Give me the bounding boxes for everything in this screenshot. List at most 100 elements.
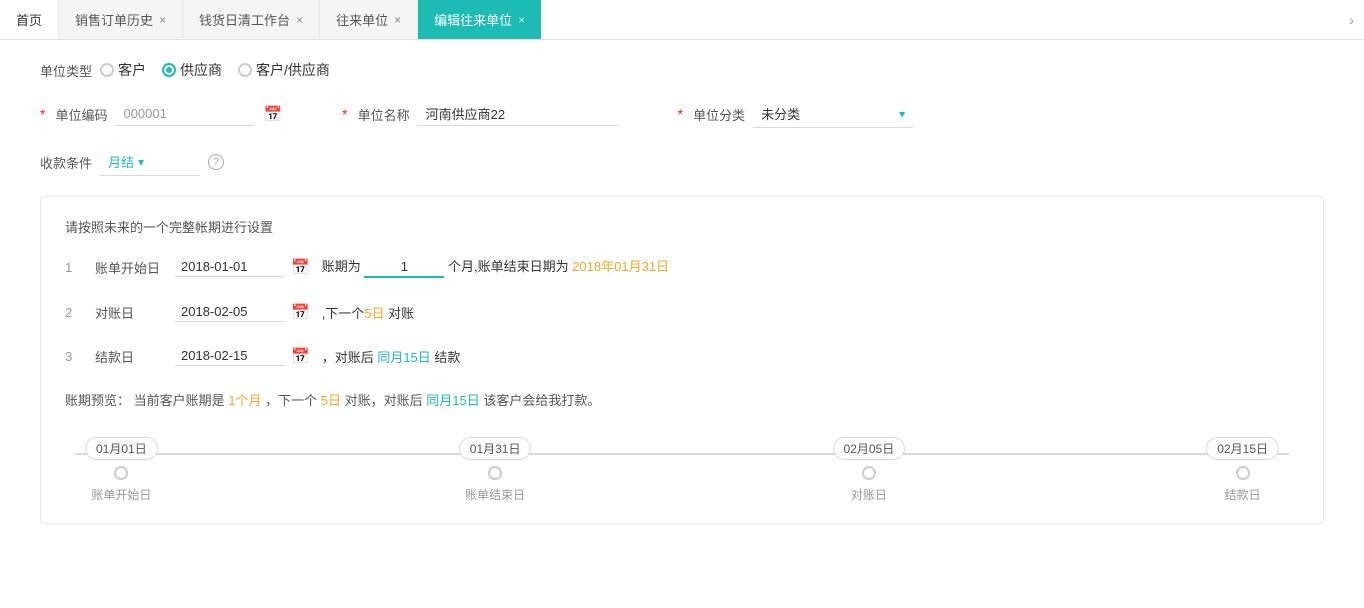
- data-row-1: 1 账单开始日 📅 账期为 个月,账单结束日期为 2018年01月31日: [65, 256, 1299, 278]
- preview-text-4: 该客户会给我打款。: [483, 393, 600, 408]
- row-3-cal-icon[interactable]: 📅: [291, 347, 310, 365]
- payment-help-icon[interactable]: ?: [208, 154, 224, 170]
- row-2-cal-icon[interactable]: 📅: [291, 303, 310, 321]
- preview-text-3: 对账，对账后: [345, 393, 423, 408]
- preview-hl1: 1个月: [228, 393, 261, 408]
- row-2-num: 2: [65, 305, 95, 320]
- code-star: *: [40, 106, 45, 122]
- timeline-node-3-dot: [862, 466, 876, 480]
- settings-section: 请按照未来的一个完整帐期进行设置 1 账单开始日 📅 账期为 个月,账单结束日期…: [40, 196, 1324, 524]
- radio-both-label: 客户/供应商: [256, 60, 330, 80]
- tab-bar: 首页 销售订单历史 × 钱货日清工作台 × 往来单位 × 编辑往来单位 × ›: [0, 0, 1364, 40]
- row-1-end-date: 2018年01月31日: [572, 259, 669, 274]
- payment-row: 收款条件 月结 ▾ ?: [40, 148, 1324, 176]
- tab-edit-partner[interactable]: 编辑往来单位 ×: [418, 0, 542, 39]
- category-dropdown[interactable]: 未分类 ▾: [753, 100, 913, 128]
- payment-value: 月结: [108, 152, 134, 171]
- data-row-3: 3 结款日 📅 ，对账后 同月15日 结款: [65, 346, 1299, 366]
- row-1-desc-prefix: 账期为: [322, 259, 361, 274]
- tab-partners[interactable]: 往来单位 ×: [320, 0, 418, 39]
- category-label: 单位分类: [693, 105, 745, 124]
- code-group: * 单位编码 📅: [40, 102, 282, 126]
- radio-both[interactable]: 客户/供应商: [238, 60, 330, 80]
- main-content: 单位类型 客户 供应商 客户/供应商 * 单位编码: [0, 40, 1364, 608]
- tab-cash-work[interactable]: 钱货日清工作台 ×: [183, 0, 320, 39]
- timeline-node-4-date: 02月15日: [1206, 437, 1279, 460]
- radio-supplier-circle: [162, 63, 176, 77]
- tab-home-label: 首页: [16, 10, 42, 29]
- timeline-node-1-dot: [114, 466, 128, 480]
- row-1-cal-icon[interactable]: 📅: [291, 258, 310, 276]
- timeline-node-2-date: 01月31日: [459, 437, 532, 460]
- name-star: *: [342, 106, 347, 122]
- timeline-node-4-label: 结款日: [1225, 486, 1261, 503]
- section-title: 请按照未来的一个完整帐期进行设置: [65, 217, 1299, 236]
- tab-cash-work-label: 钱货日清工作台: [199, 10, 290, 29]
- tab-partners-close[interactable]: ×: [394, 13, 401, 27]
- timeline-node-3: 02月05日 对账日: [833, 437, 906, 503]
- unit-type-label: 单位类型: [40, 61, 92, 80]
- code-icon[interactable]: 📅: [263, 105, 282, 123]
- preview-text-1: 当前客户账期是: [134, 393, 225, 408]
- payment-dropdown[interactable]: 月结 ▾: [100, 148, 200, 176]
- row-2-date-input[interactable]: [175, 302, 285, 322]
- timeline-node-1: 01月01日 账单开始日: [85, 437, 158, 503]
- radio-supplier[interactable]: 供应商: [162, 60, 222, 80]
- category-arrow-icon: ▾: [899, 107, 905, 121]
- radio-supplier-label: 供应商: [180, 60, 222, 80]
- name-label: 单位名称: [358, 105, 410, 124]
- category-star: *: [678, 106, 683, 122]
- row-2-label: 对账日: [95, 303, 175, 322]
- fields-row: * 单位编码 📅 * 单位名称 * 单位分类 未分类 ▾: [40, 100, 1324, 128]
- row-3-num: 3: [65, 349, 95, 364]
- tab-partners-label: 往来单位: [336, 10, 388, 29]
- category-value: 未分类: [761, 104, 895, 123]
- row-3-label: 结款日: [95, 347, 175, 366]
- preview-hl2: 5日: [321, 393, 341, 408]
- tab-home[interactable]: 首页: [0, 0, 59, 39]
- timeline-node-1-label: 账单开始日: [91, 486, 151, 503]
- tab-sales-history-close[interactable]: ×: [159, 13, 166, 27]
- tab-cash-work-close[interactable]: ×: [296, 13, 303, 27]
- preview-hl3: 同月15日: [426, 393, 479, 408]
- radio-both-circle: [238, 63, 252, 77]
- row-1-date-input[interactable]: [175, 257, 285, 277]
- row-3-desc: ，对账后 同月15日 结款: [322, 347, 461, 366]
- timeline-node-3-date: 02月05日: [833, 437, 906, 460]
- row-3-date-input[interactable]: [175, 346, 285, 366]
- row-3-desc-prefix: ，对账后: [322, 350, 378, 365]
- payment-dropdown-arrow-icon: ▾: [138, 155, 144, 169]
- row-2-desc: ,下一个5日 对账: [322, 303, 414, 322]
- row-1-desc: 账期为 个月,账单结束日期为 2018年01月31日: [322, 256, 669, 278]
- tab-scroll-right[interactable]: ›: [1339, 0, 1364, 39]
- row-2-highlight: 5日: [364, 306, 384, 321]
- row-3-desc-suffix: 结款: [431, 350, 461, 365]
- preview-text: 账期预览： 当前客户账期是 1个月 ，下一个 5日 对账，对账后 同月15日 该…: [65, 390, 1299, 409]
- tab-edit-partner-label: 编辑往来单位: [434, 10, 512, 29]
- timeline-node-2: 01月31日 账单结束日: [459, 437, 532, 503]
- period-input[interactable]: [364, 257, 444, 278]
- tab-sales-history[interactable]: 销售订单历史 ×: [59, 0, 183, 39]
- timeline-nodes: 01月01日 账单开始日 01月31日 账单结束日 02月05日 对账日: [85, 437, 1279, 503]
- name-input[interactable]: [418, 102, 618, 126]
- radio-customer-label: 客户: [118, 60, 146, 80]
- unit-type-radios: 客户 供应商 客户/供应商: [100, 60, 330, 80]
- tab-sales-history-label: 销售订单历史: [75, 10, 153, 29]
- timeline-node-3-label: 对账日: [851, 486, 887, 503]
- row-3-date-group: 📅: [175, 346, 310, 366]
- tab-edit-partner-close[interactable]: ×: [518, 13, 525, 27]
- row-1-num: 1: [65, 260, 95, 275]
- row-3-highlight: 同月15日: [377, 350, 430, 365]
- preview-label: 账期预览：: [65, 393, 130, 408]
- code-input[interactable]: [115, 102, 255, 126]
- row-2-desc-prefix: ,下一个: [322, 306, 365, 321]
- row-1-date-group: 📅: [175, 257, 310, 277]
- radio-customer-circle: [100, 63, 114, 77]
- row-1-label: 账单开始日: [95, 258, 175, 277]
- timeline-node-4: 02月15日 结款日: [1206, 437, 1279, 503]
- timeline-container: 01月01日 账单开始日 01月31日 账单结束日 02月05日 对账日: [65, 437, 1299, 503]
- radio-customer[interactable]: 客户: [100, 60, 146, 80]
- payment-group: 收款条件 月结 ▾ ?: [40, 148, 224, 176]
- row-2-desc-suffix: 对账: [385, 306, 415, 321]
- row-2-date-group: 📅: [175, 302, 310, 322]
